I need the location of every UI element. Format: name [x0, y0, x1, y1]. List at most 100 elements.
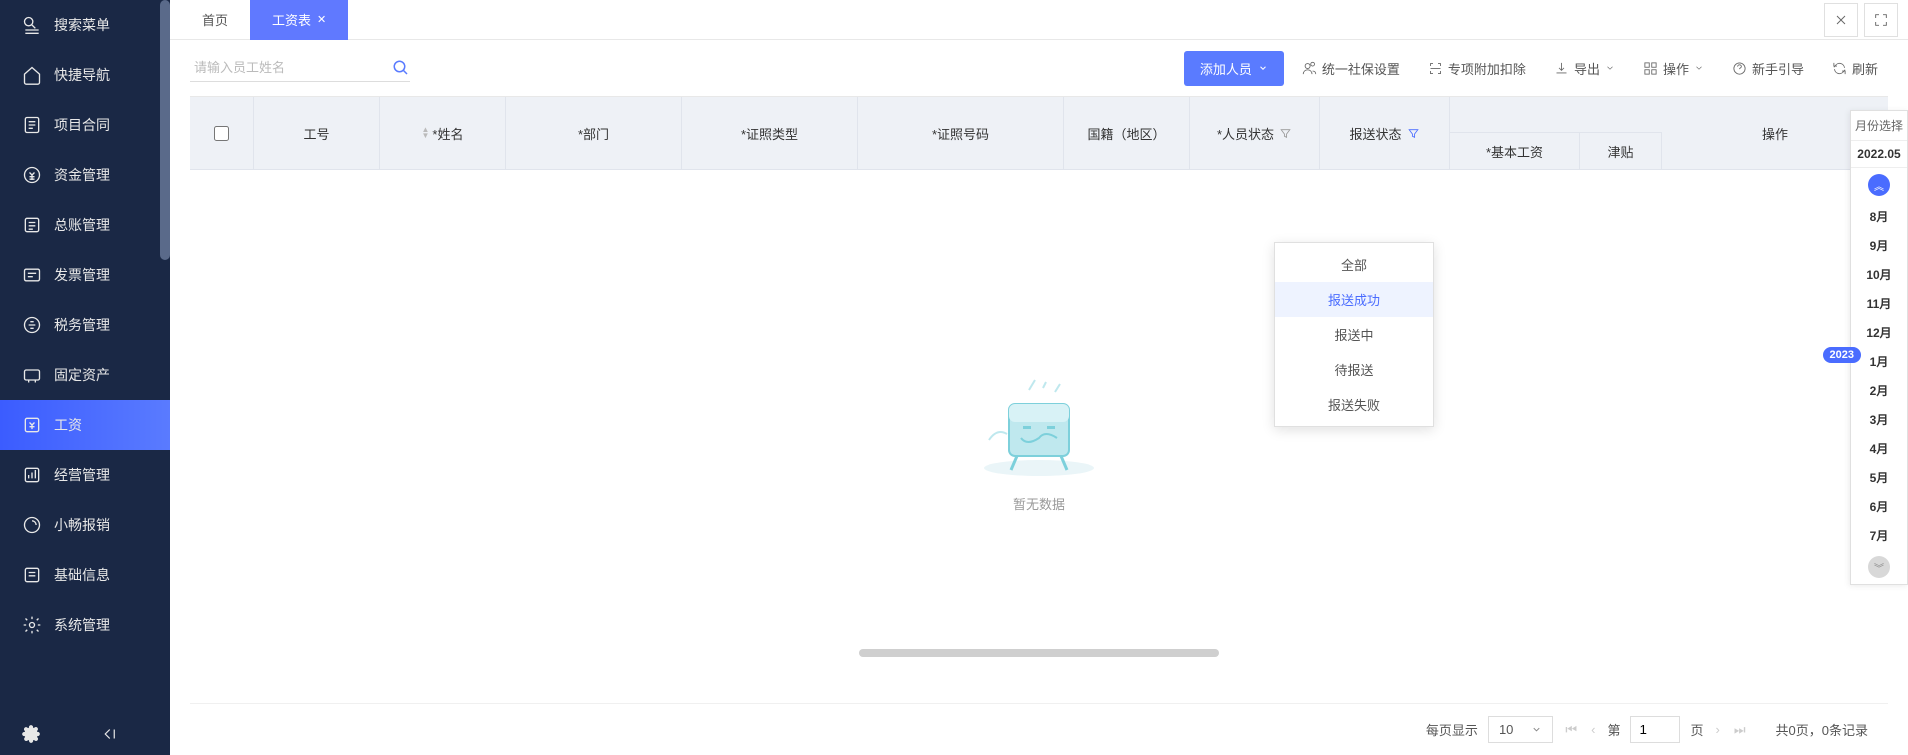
sidebar-item-business[interactable]: 经营管理: [0, 450, 170, 500]
home-icon: [22, 65, 42, 85]
th-label: *基本工资: [1486, 142, 1543, 161]
link-label: 新手引导: [1752, 59, 1804, 78]
fullscreen-button[interactable]: [1864, 3, 1898, 37]
pagination: 每页显示 10 ⏮ ‹ 第 页 › ⏭ 共0页，0条记录: [190, 703, 1888, 755]
month-item[interactable]: 3月: [1851, 405, 1907, 434]
month-item[interactable]: 2月: [1851, 376, 1907, 405]
month-item[interactable]: 12月: [1851, 318, 1907, 347]
sidebar-item-label: 税务管理: [54, 315, 110, 335]
sidebar-item-label: 总账管理: [54, 215, 110, 235]
first-page-button[interactable]: ⏮: [1563, 722, 1579, 738]
sidebar-item-salary[interactable]: 工资: [0, 400, 170, 450]
month-item[interactable]: 9月: [1851, 231, 1907, 260]
add-person-button[interactable]: 添加人员: [1184, 51, 1284, 86]
sidebar-item-invoice[interactable]: 发票管理: [0, 250, 170, 300]
special-deduction-link[interactable]: 专项附加扣除: [1418, 59, 1536, 78]
sidebar-item-project-contract[interactable]: 项目合同: [0, 100, 170, 150]
salary-icon: [22, 415, 42, 435]
tab-salary-sheet[interactable]: 工资表 ✕: [250, 0, 348, 40]
close-icon[interactable]: ✕: [317, 13, 326, 26]
prev-page-button[interactable]: ‹: [1589, 722, 1597, 737]
page-input[interactable]: [1630, 716, 1680, 743]
search-list-icon: [22, 15, 42, 35]
per-page-select[interactable]: 10: [1488, 716, 1553, 743]
month-item[interactable]: 7月: [1851, 521, 1907, 550]
social-settings-link[interactable]: 统一社保设置: [1292, 59, 1410, 78]
sidebar-scrollbar[interactable]: [160, 0, 170, 260]
last-page-button[interactable]: ⏭: [1732, 722, 1748, 738]
refresh-link[interactable]: 刷新: [1822, 59, 1888, 78]
th-label: *人员状态: [1217, 124, 1274, 143]
th-nationality[interactable]: 国籍（地区）: [1064, 97, 1190, 169]
table: 工号 ▲▼*姓名 *部门 *证照类型 *证照号码 国籍（地区） *人员状态 报送…: [190, 96, 1888, 755]
th-allowance[interactable]: 津贴: [1580, 133, 1662, 169]
next-page-button[interactable]: ›: [1713, 722, 1721, 737]
sidebar-item-label: 固定资产: [54, 365, 110, 385]
th-label: 国籍（地区）: [1087, 124, 1165, 143]
page-suffix: 页: [1690, 720, 1703, 739]
th-person-status[interactable]: *人员状态: [1190, 97, 1320, 169]
search-input[interactable]: [190, 54, 392, 81]
asset-icon: [22, 365, 42, 385]
sidebar-item-system[interactable]: 系统管理: [0, 600, 170, 650]
th-label: 操作: [1762, 124, 1788, 143]
th-name[interactable]: ▲▼*姓名: [380, 97, 506, 169]
users-icon: [1302, 61, 1317, 76]
empty-state-icon: [969, 360, 1109, 480]
dropdown-item-in-progress[interactable]: 报送中: [1275, 317, 1433, 352]
export-link[interactable]: 导出: [1544, 59, 1625, 78]
sort-icon[interactable]: ▲▼: [422, 127, 430, 139]
dropdown-item-success[interactable]: 报送成功: [1275, 282, 1433, 317]
sidebar-item-assets[interactable]: 固定资产: [0, 350, 170, 400]
operate-link[interactable]: 操作: [1633, 59, 1714, 78]
dropdown-item-all[interactable]: 全部: [1275, 247, 1433, 282]
sidebar-item-label: 经营管理: [54, 465, 110, 485]
sidebar-item-label: 基础信息: [54, 565, 110, 585]
search-icon[interactable]: [392, 59, 410, 77]
sidebar-item-tax[interactable]: 税务管理: [0, 300, 170, 350]
year-badge: 2023: [1823, 347, 1861, 363]
dropdown-item-failed[interactable]: 报送失败: [1275, 387, 1433, 422]
sidebar-item-expense[interactable]: 小畅报销: [0, 500, 170, 550]
month-item[interactable]: 6月: [1851, 492, 1907, 521]
month-scroll-down[interactable]: ︾: [1868, 556, 1890, 578]
th-basic-salary[interactable]: *基本工资: [1450, 133, 1580, 169]
tab-home[interactable]: 首页: [180, 0, 250, 40]
th-dept[interactable]: *部门: [506, 97, 682, 169]
table-body: 暂无数据 全部 报送成功 报送中 待报送 报送失败: [190, 170, 1888, 703]
sidebar-item-label: 资金管理: [54, 165, 110, 185]
month-item[interactable]: 8月: [1851, 202, 1907, 231]
month-item[interactable]: 10月: [1851, 260, 1907, 289]
sidebar-item-funds[interactable]: 资金管理: [0, 150, 170, 200]
sidebar-item-label: 项目合同: [54, 115, 110, 135]
month-item[interactable]: 4月: [1851, 434, 1907, 463]
gear-icon[interactable]: [22, 725, 40, 743]
filter-icon[interactable]: [1407, 127, 1420, 140]
th-cert-no[interactable]: *证照号码: [858, 97, 1064, 169]
button-label: 添加人员: [1200, 59, 1252, 78]
select-all-checkbox[interactable]: [214, 126, 229, 141]
guide-link[interactable]: 新手引导: [1722, 59, 1814, 78]
th-emp-no[interactable]: 工号: [254, 97, 380, 169]
tab-label: 工资表: [272, 10, 311, 29]
th-report-status[interactable]: 报送状态: [1320, 97, 1450, 169]
sidebar-item-quick-nav[interactable]: 快捷导航: [0, 50, 170, 100]
sidebar-item-basic-info[interactable]: 基础信息: [0, 550, 170, 600]
month-item[interactable]: 11月: [1851, 289, 1907, 318]
expense-icon: [22, 515, 42, 535]
toolbar: 添加人员 统一社保设置 专项附加扣除 导出 操作: [170, 40, 1908, 96]
filter-icon[interactable]: [1279, 127, 1292, 140]
dropdown-item-pending[interactable]: 待报送: [1275, 352, 1433, 387]
th-cert-type[interactable]: *证照类型: [682, 97, 858, 169]
sidebar-item-search-menu[interactable]: 搜索菜单: [0, 0, 170, 50]
chevron-down-icon: [1531, 724, 1542, 735]
horizontal-scrollbar[interactable]: [859, 649, 1219, 657]
close-all-button[interactable]: [1824, 3, 1858, 37]
th-label: *部门: [578, 124, 609, 143]
collapse-icon[interactable]: [100, 725, 118, 743]
chevron-down-icon: [1694, 63, 1704, 73]
chevron-down-icon: [1258, 63, 1268, 73]
month-item[interactable]: 5月: [1851, 463, 1907, 492]
sidebar-item-ledger[interactable]: 总账管理: [0, 200, 170, 250]
month-scroll-up[interactable]: ︽: [1868, 174, 1890, 196]
